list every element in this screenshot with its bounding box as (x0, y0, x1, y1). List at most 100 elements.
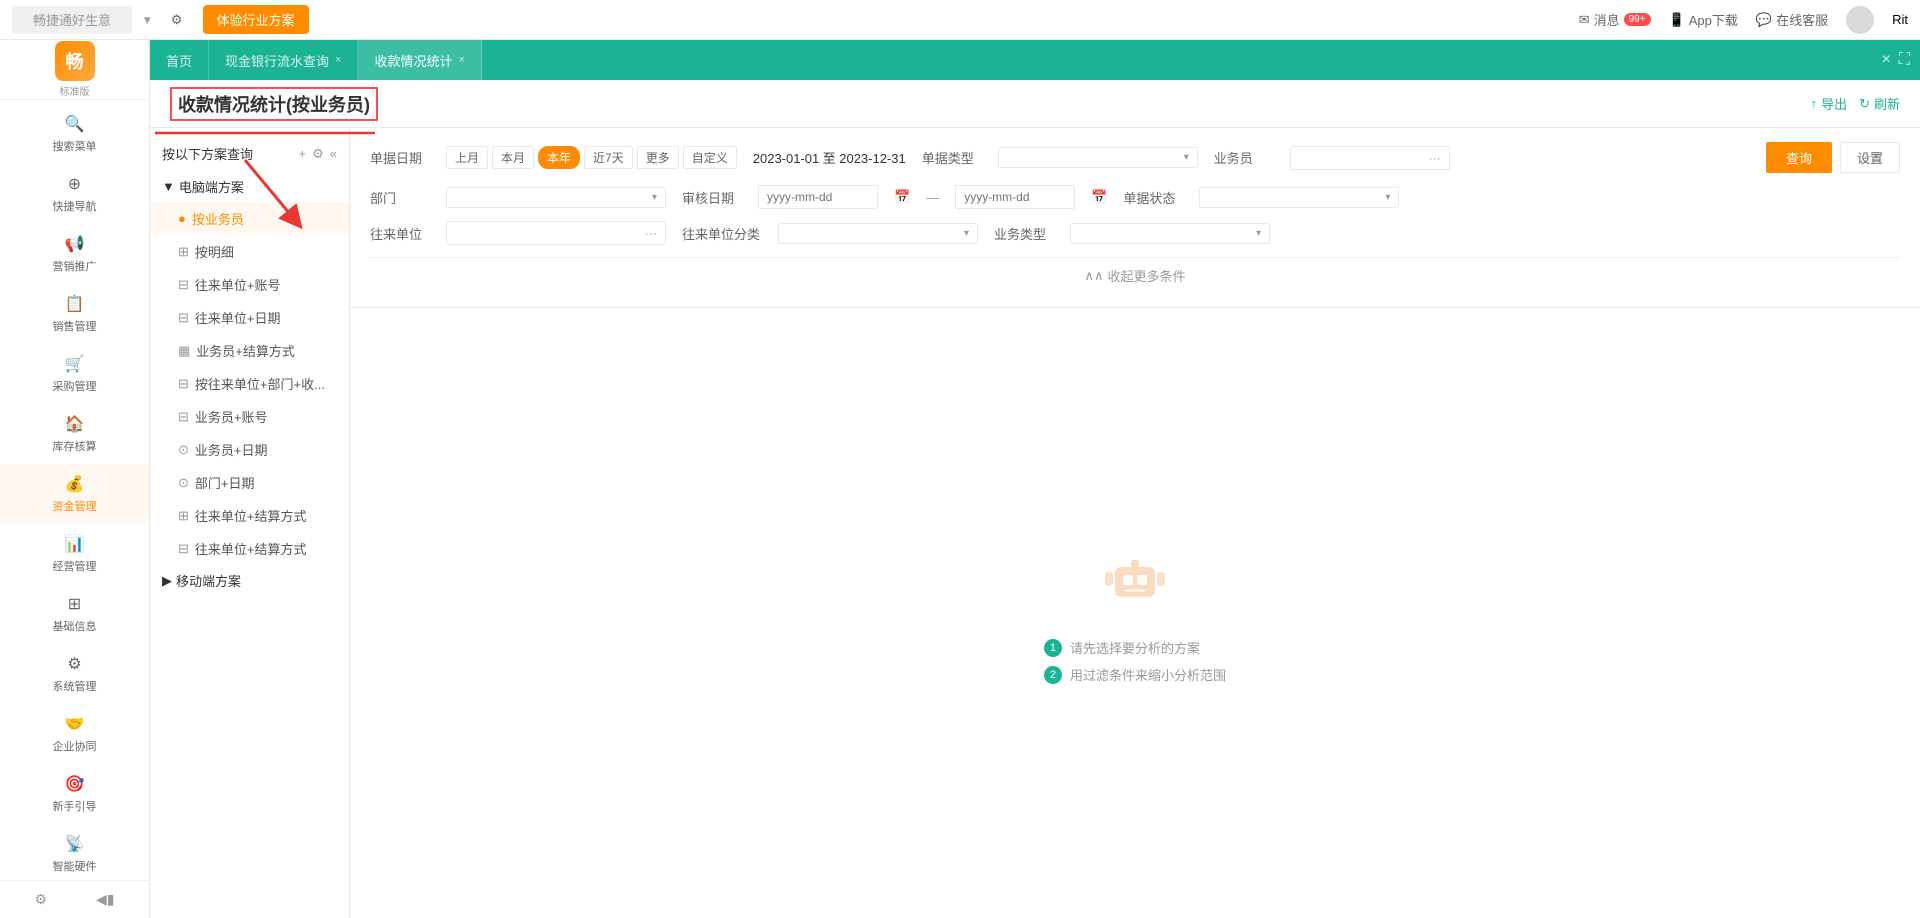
date-btn-this-year[interactable]: 本年 (538, 146, 580, 169)
calendar-from-icon[interactable]: 📅 (894, 189, 910, 205)
query-button[interactable]: 查询 (1766, 142, 1832, 173)
dept-select[interactable]: ▾ (446, 187, 666, 208)
unit-category-arrow: ▾ (964, 228, 969, 239)
sales-icon: 📋 (65, 294, 85, 314)
sidebar-item-business[interactable]: 📊 经营管理 (0, 524, 149, 584)
page-header: 收款情况统计(按业务员) ↑ 导出 ↻ 刷新 (150, 80, 1920, 128)
dropdown-arrow-icon[interactable]: ▾ (144, 12, 151, 28)
date-btn-more[interactable]: 更多 (637, 146, 679, 169)
audit-to-input[interactable] (955, 185, 1075, 209)
add-plan-icon[interactable]: + (299, 146, 307, 162)
online-service-button[interactable]: 💬 在线客服 (1756, 10, 1828, 29)
plan-item-unit-dept-collect-label: 按往来单位+部门+收... (195, 374, 325, 393)
app-download-button[interactable]: 📱 App下载 (1669, 10, 1738, 29)
unit-select[interactable]: ··· (446, 221, 666, 245)
sidebar-item-marketing[interactable]: 📢 营销推广 (0, 224, 149, 284)
avatar[interactable] (1846, 6, 1874, 34)
sidebar-item-search[interactable]: 🔍 搜索菜单 (0, 104, 149, 164)
setting-plan-icon[interactable]: ⚙ (312, 146, 324, 162)
plan-item-by-staff[interactable]: ● 按业务员 (150, 202, 349, 235)
search-icon: 🔍 (65, 114, 85, 134)
plan-item-dept-date-icon: ⊙ (178, 475, 189, 491)
sidebar-items: 🔍 搜索菜单 ⊕ 快捷导航 📢 营销推广 📋 销售管理 🛒 采购管理 🏠 (0, 100, 149, 880)
finance-icon: 💰 (65, 474, 85, 494)
plan-group-desktop-header[interactable]: ▼ 电脑端方案 (150, 171, 349, 202)
plan-item-unit-dept-collect[interactable]: ⊟ 按往来单位+部门+收... (150, 367, 349, 400)
date-btn-custom[interactable]: 自定义 (683, 146, 737, 169)
empty-tip-2: 2 用过滤条件来缩小分析范围 (1044, 665, 1226, 684)
trial-button[interactable]: 体验行业方案 (203, 5, 309, 34)
inventory-icon: 🏠 (65, 414, 85, 434)
date-btn-7days[interactable]: 近7天 (584, 146, 633, 169)
left-panel: 按以下方案查询 + ⚙ « ▼ 电脑端方案 ● 按业务员 (150, 128, 350, 918)
tab-bank[interactable]: 现金银行流水查询 × (209, 40, 358, 80)
settings-bottom-icon[interactable]: ⚙ (34, 891, 47, 908)
plan-item-staff-date[interactable]: ⊙ 业务员+日期 (150, 433, 349, 466)
download-icon: 📱 (1669, 12, 1685, 28)
dept-label: 部门 (370, 188, 430, 207)
sidebar-item-purchase[interactable]: 🛒 采购管理 (0, 344, 149, 404)
sidebar-item-inventory[interactable]: 🏠 库存核算 (0, 404, 149, 464)
collapse-up-icon: ∧∧ (1084, 268, 1103, 284)
unit-more-icon[interactable]: ··· (645, 226, 657, 240)
plan-group-mobile-label: 移动端方案 (176, 571, 241, 590)
brand-logo-icon: 畅 (55, 41, 95, 81)
plan-item-staff-account[interactable]: ⊟ 业务员+账号 (150, 400, 349, 433)
staff-select[interactable]: ··· (1290, 146, 1450, 170)
collapse-sidebar-icon[interactable]: ◀▮ (96, 891, 114, 908)
plan-item-dept-date[interactable]: ⊙ 部门+日期 (150, 466, 349, 499)
refresh-button[interactable]: ↻ 刷新 (1859, 94, 1900, 113)
page-body: 按以下方案查询 + ⚙ « ▼ 电脑端方案 ● 按业务员 (150, 128, 1920, 918)
gear-icon[interactable]: ⚙ (163, 6, 191, 34)
sidebar-item-basic[interactable]: ⊞ 基础信息 (0, 584, 149, 644)
plan-item-staff-settle[interactable]: ▦ 业务员+结算方式 (150, 334, 349, 367)
message-badge: 99+ (1624, 13, 1651, 26)
sidebar-item-hardware[interactable]: 📡 智能硬件 (0, 824, 149, 880)
sidebar-item-quicknav[interactable]: ⊕ 快捷导航 (0, 164, 149, 224)
settings-button[interactable]: 设置 (1840, 142, 1900, 173)
export-button[interactable]: ↑ 导出 (1811, 94, 1848, 113)
filter-row-3: 往来单位 ··· 往来单位分类 ▾ 业务类型 (370, 221, 1900, 245)
tab-bar-actions: × ⛶ (1881, 51, 1920, 69)
collapse-panel-icon[interactable]: « (330, 146, 337, 162)
sidebar-item-system[interactable]: ⚙ 系统管理 (0, 644, 149, 704)
audit-from-input[interactable] (758, 185, 878, 209)
staff-more-icon[interactable]: ··· (1429, 151, 1441, 165)
left-panel-header: 按以下方案查询 + ⚙ « (150, 136, 349, 171)
sidebar: 畅 标准版 🔍 搜索菜单 ⊕ 快捷导航 📢 营销推广 📋 销售管理 🛒 (0, 40, 150, 918)
audit-label: 审核日期 (682, 188, 742, 207)
status-select[interactable]: ▾ (1199, 187, 1399, 208)
date-btn-last-month[interactable]: 上月 (446, 146, 488, 169)
plan-item-by-detail[interactable]: ⊞ 按明细 (150, 235, 349, 268)
biz-type-select[interactable]: ▾ (1070, 223, 1270, 244)
plan-item-unit-date[interactable]: ⊟ 往来单位+日期 (150, 301, 349, 334)
export-icon: ↑ (1811, 96, 1818, 111)
tab-home[interactable]: 首页 (150, 40, 209, 80)
tab-collection[interactable]: 收款情况统计 × (358, 40, 481, 80)
tab-bank-close-icon[interactable]: × (335, 54, 341, 66)
plan-group-desktop: ▼ 电脑端方案 ● 按业务员 ⊞ 按明细 ⊟ 往来单位+账号 (150, 171, 349, 565)
calendar-to-icon[interactable]: 📅 (1091, 189, 1107, 205)
tab-fullscreen-icon[interactable]: ⛶ (1899, 51, 1910, 69)
plan-item-unit-settle2[interactable]: ⊟ 往来单位+结算方式 (150, 532, 349, 565)
messages-button[interactable]: ✉ 消息 99+ (1579, 10, 1651, 29)
sidebar-item-finance[interactable]: 💰 资金管理 (0, 464, 149, 524)
action-buttons: 查询 设置 (1766, 142, 1900, 173)
collapse-bar[interactable]: ∧∧ 收起更多条件 (370, 257, 1900, 293)
user-name[interactable]: Rit (1892, 12, 1908, 27)
unit-category-select[interactable]: ▾ (778, 223, 978, 244)
business-icon: 📊 (65, 534, 85, 554)
sidebar-item-newguide[interactable]: 🎯 新手引导 (0, 764, 149, 824)
sidebar-item-enterprise[interactable]: 🤝 企业协同 (0, 704, 149, 764)
tab-collection-close-icon[interactable]: × (458, 54, 464, 66)
tab-close-all-icon[interactable]: × (1881, 51, 1890, 69)
plan-item-unit-account[interactable]: ⊟ 往来单位+账号 (150, 268, 349, 301)
status-label: 单据状态 (1123, 188, 1183, 207)
date-label: 单据日期 (370, 148, 430, 167)
date-btn-this-month[interactable]: 本月 (492, 146, 534, 169)
left-panel-title: 按以下方案查询 (162, 144, 253, 163)
plan-group-mobile-header[interactable]: ▶ 移动端方案 (150, 565, 349, 596)
sidebar-item-sales[interactable]: 📋 销售管理 (0, 284, 149, 344)
plan-item-unit-settle1[interactable]: ⊞ 往来单位+结算方式 (150, 499, 349, 532)
type-select[interactable]: ▾ (998, 147, 1198, 168)
